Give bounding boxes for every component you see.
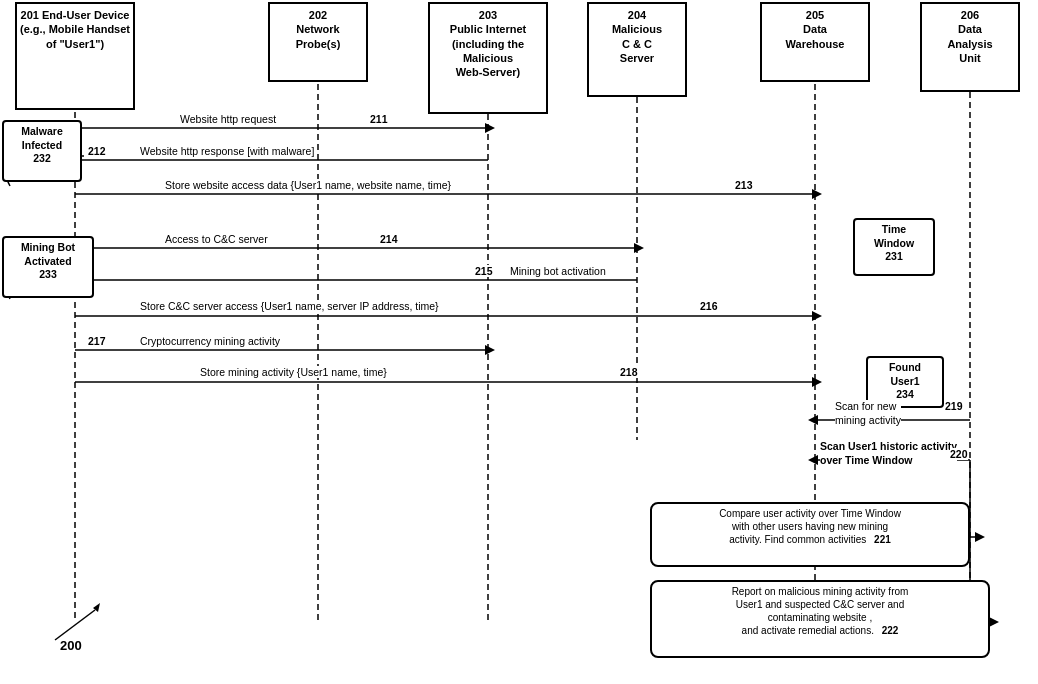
- svg-marker-21: [812, 377, 822, 387]
- msg-220-label: Scan User1 historic activityover Time Wi…: [820, 440, 957, 467]
- entity-204: 204MaliciousC & CServer: [587, 2, 687, 97]
- msg-218-num: 218: [620, 366, 638, 378]
- msg-216-label: Store C&C server access {User1 name, ser…: [140, 300, 439, 312]
- msg-217-num: 217: [88, 335, 106, 347]
- msg-214-label: Access to C&C server: [165, 233, 268, 245]
- msg-211-num: 211: [370, 113, 388, 125]
- note-time-window: TimeWindow231: [853, 218, 935, 276]
- msg-211-label: Website http request: [180, 113, 276, 125]
- msg-215-num: 215: [475, 265, 493, 277]
- svg-marker-34: [93, 603, 100, 612]
- msg-214-num: 214: [380, 233, 398, 245]
- sequence-diagram: 201 End-User Device (e.g., Mobile Handse…: [0, 0, 1038, 684]
- svg-marker-17: [812, 311, 822, 321]
- msg-217-label: Cryptocurrency mining activity: [140, 335, 280, 347]
- svg-line-33: [55, 610, 95, 640]
- svg-marker-23: [808, 415, 818, 425]
- entity-201: 201 End-User Device (e.g., Mobile Handse…: [15, 2, 135, 110]
- svg-marker-11: [812, 189, 822, 199]
- bracket-221: Compare user activity over Time Windowwi…: [650, 502, 970, 567]
- svg-marker-28: [975, 532, 985, 542]
- svg-marker-19: [485, 345, 495, 355]
- entity-202: 202NetworkProbe(s): [268, 2, 368, 82]
- msg-220-num: 220: [950, 448, 968, 460]
- msg-215-label: Mining bot activation: [510, 265, 606, 277]
- svg-marker-25: [808, 455, 818, 465]
- msg-213-label: Store website access data {User1 name, w…: [165, 179, 451, 191]
- msg-218-label: Store mining activity {User1 name, time}: [200, 366, 387, 378]
- msg-212-num: 212: [88, 145, 106, 157]
- svg-marker-7: [485, 123, 495, 133]
- note-malware-infected: MalwareInfected232: [2, 120, 82, 182]
- msg-212-label: Website http response [with malware]: [140, 145, 314, 157]
- svg-marker-31: [989, 617, 999, 627]
- label-200: 200: [60, 638, 82, 653]
- msg-219-label: Scan for newmining activity: [835, 400, 901, 427]
- bracket-222: Report on malicious mining activity from…: [650, 580, 990, 658]
- note-mining-bot: Mining BotActivated233: [2, 236, 94, 298]
- entity-206: 206DataAnalysisUnit: [920, 2, 1020, 92]
- msg-219-num: 219: [945, 400, 963, 412]
- svg-marker-13: [634, 243, 644, 253]
- entity-205: 205DataWarehouse: [760, 2, 870, 82]
- msg-213-num: 213: [735, 179, 753, 191]
- entity-203: 203Public Internet(including theMaliciou…: [428, 2, 548, 114]
- msg-216-num: 216: [700, 300, 718, 312]
